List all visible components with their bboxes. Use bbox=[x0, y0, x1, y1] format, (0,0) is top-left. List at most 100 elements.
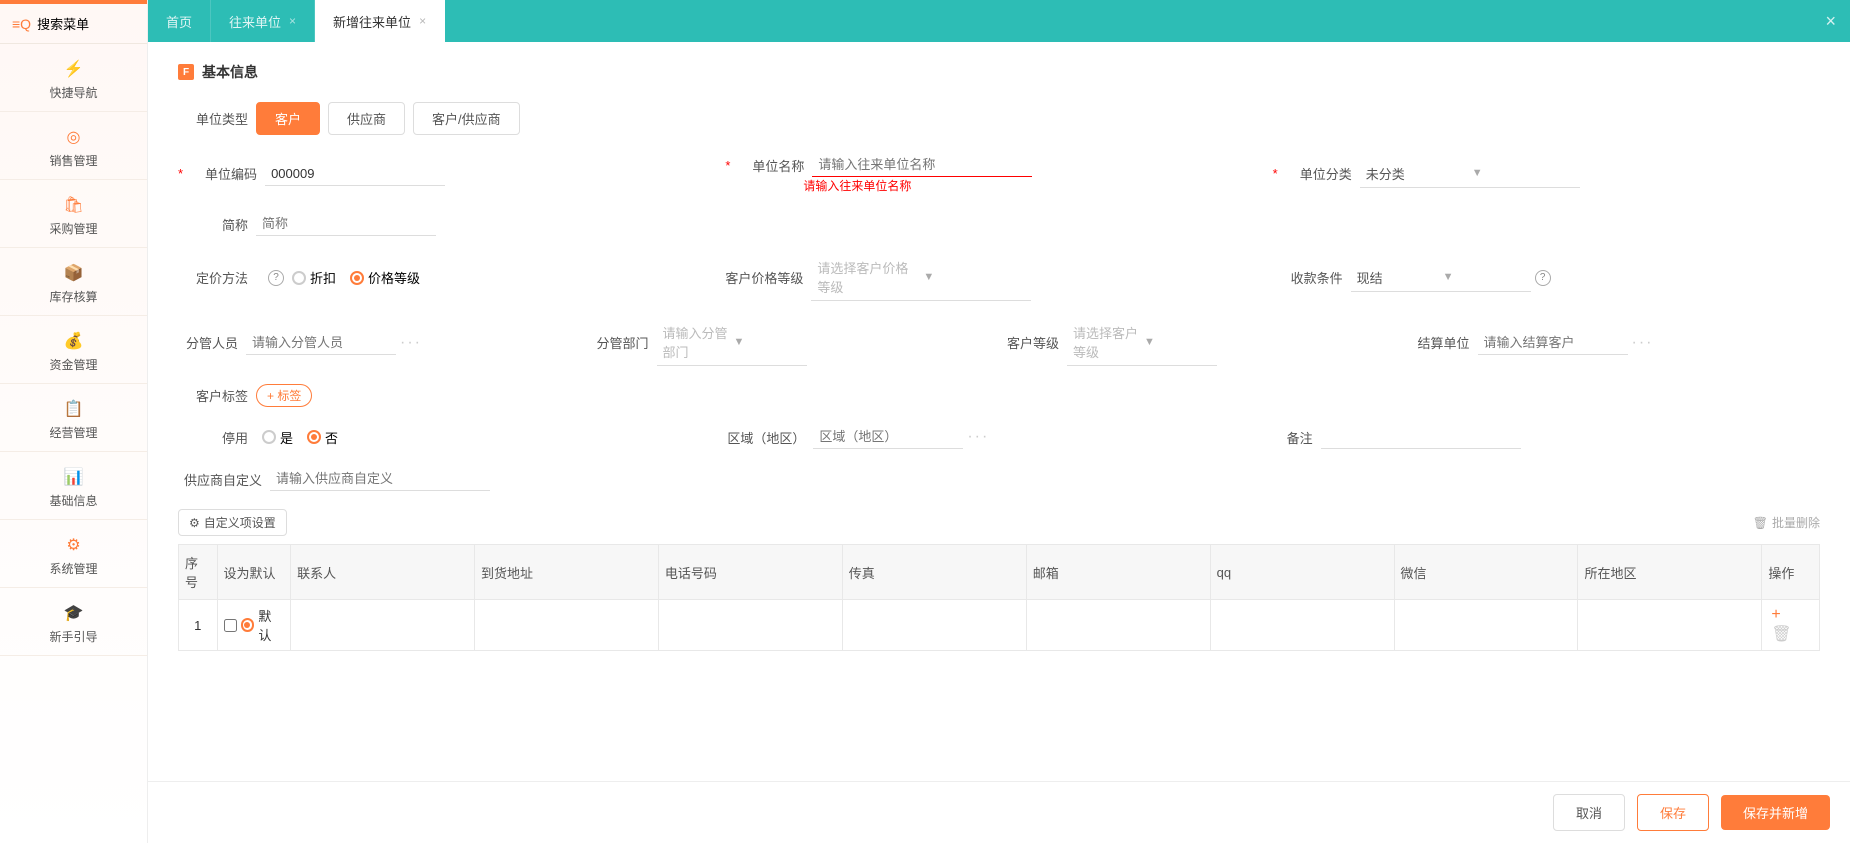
tab-partners[interactable]: 往来单位 × bbox=[211, 0, 315, 42]
sidebar-item-finance[interactable]: 💰 资金管理 bbox=[0, 316, 147, 384]
cell-wechat[interactable] bbox=[1394, 600, 1578, 651]
settlement-unit-field: 结算单位 ··· bbox=[1410, 319, 1821, 366]
customer-level-select[interactable]: 请选择客户等级 ▼ bbox=[1067, 319, 1217, 366]
abbr-input[interactable] bbox=[256, 212, 436, 236]
save-new-button[interactable]: 保存并新增 bbox=[1721, 795, 1830, 830]
address-input[interactable] bbox=[481, 618, 652, 633]
sidebar-item-guide[interactable]: 🎓 新手引导 bbox=[0, 588, 147, 656]
qq-input[interactable] bbox=[1217, 618, 1388, 633]
payment-terms-help-icon[interactable]: ? bbox=[1535, 270, 1551, 286]
stop-radio-group: 是 否 bbox=[262, 428, 338, 447]
type-both-btn[interactable]: 客户/供应商 bbox=[413, 102, 520, 135]
settlement-more-btn[interactable]: ··· bbox=[1632, 334, 1654, 352]
remark-field: 备注 bbox=[1273, 425, 1820, 449]
col-email: 邮箱 bbox=[1026, 545, 1210, 600]
phone-input[interactable] bbox=[665, 618, 836, 633]
dept-select[interactable]: 请输入分管部门 ▼ bbox=[657, 319, 807, 366]
guide-icon: 🎓 bbox=[63, 602, 85, 624]
tab-new-partner-close[interactable]: × bbox=[419, 14, 426, 28]
unit-code-input[interactable] bbox=[265, 162, 445, 186]
sidebar-item-label: 销售管理 bbox=[49, 152, 97, 169]
row-default-radio[interactable]: 默认 bbox=[241, 606, 285, 644]
customize-settings-btn[interactable]: ⚙ 自定义项设置 bbox=[178, 509, 287, 536]
region-more-btn[interactable]: ··· bbox=[967, 428, 989, 446]
sidebar-item-sales[interactable]: ◎ 销售管理 bbox=[0, 112, 147, 180]
chevron-down-icon: ▼ bbox=[923, 271, 1025, 283]
unit-category-select[interactable]: 未分类 ▼ bbox=[1360, 160, 1580, 188]
sidebar-search[interactable]: ≡Q 搜索菜单 bbox=[0, 4, 147, 44]
sidebar-item-purchase[interactable]: 🛍 采购管理 bbox=[0, 180, 147, 248]
tab-home[interactable]: 首页 bbox=[148, 0, 211, 42]
tab-new-partner[interactable]: 新增往来单位 × bbox=[315, 0, 445, 42]
required-star-name: * bbox=[725, 158, 730, 173]
region-input[interactable] bbox=[813, 425, 963, 449]
remark-input[interactable] bbox=[1321, 425, 1521, 449]
unit-name-input[interactable] bbox=[812, 153, 1032, 177]
manager-field: 分管人员 ··· bbox=[178, 319, 589, 366]
type-customer-btn[interactable]: 客户 bbox=[256, 102, 320, 135]
cell-address[interactable] bbox=[474, 600, 658, 651]
col-default: 设为默认 bbox=[217, 545, 291, 600]
form-content: F 基本信息 单位类型 客户 供应商 客户/供应商 * 单位编码 * 单位名称 bbox=[148, 42, 1850, 781]
contact-input[interactable] bbox=[297, 618, 468, 633]
radio-price-level[interactable]: 价格等级 bbox=[350, 268, 420, 287]
customer-price-level-select[interactable]: 请选择客户价格等级 ▼ bbox=[811, 254, 1031, 301]
sidebar-item-basic[interactable]: 📊 基础信息 bbox=[0, 452, 147, 520]
cell-default: 默认 bbox=[217, 600, 291, 651]
add-tag-btn[interactable]: + 标签 bbox=[256, 384, 312, 407]
unit-type-label: 单位类型 bbox=[178, 109, 248, 128]
unit-name-field: * 单位名称 请输入往来单位名称 bbox=[725, 153, 1272, 194]
table-region-input[interactable] bbox=[1584, 618, 1755, 633]
sidebar-item-ops[interactable]: 📋 经营管理 bbox=[0, 384, 147, 452]
row-delete-btn[interactable]: 🗑 bbox=[1768, 624, 1794, 644]
remark-label: 备注 bbox=[1273, 428, 1313, 447]
type-supplier-btn[interactable]: 供应商 bbox=[328, 102, 405, 135]
sidebar-item-inventory[interactable]: 📦 库存核算 bbox=[0, 248, 147, 316]
wechat-input[interactable] bbox=[1401, 618, 1572, 633]
unit-category-value: 未分类 bbox=[1366, 164, 1468, 183]
cell-region[interactable] bbox=[1578, 600, 1762, 651]
sidebar-item-label: 基础信息 bbox=[49, 492, 97, 509]
settlement-unit-input[interactable] bbox=[1478, 331, 1628, 355]
search-icon: ≡Q bbox=[12, 16, 31, 32]
pricing-help-icon[interactable]: ? bbox=[268, 270, 284, 286]
stop-region-remark-row: 停用 是 否 区域（地区） ··· 备注 bbox=[178, 425, 1820, 449]
cell-contact[interactable] bbox=[291, 600, 475, 651]
email-input[interactable] bbox=[1033, 618, 1204, 633]
manager-more-btn[interactable]: ··· bbox=[400, 334, 422, 352]
payment-terms-select[interactable]: 现结 ▼ bbox=[1351, 264, 1531, 292]
unit-type-row: 单位类型 客户 供应商 客户/供应商 bbox=[178, 102, 1820, 135]
customer-level-label: 客户等级 bbox=[999, 333, 1059, 352]
supplier-custom-row: 供应商自定义 bbox=[178, 467, 1820, 491]
radio-discount[interactable]: 折扣 bbox=[292, 268, 336, 287]
cell-phone[interactable] bbox=[658, 600, 842, 651]
fax-input[interactable] bbox=[849, 618, 1020, 633]
search-label: 搜索菜单 bbox=[37, 14, 89, 33]
save-button[interactable]: 保存 bbox=[1637, 794, 1709, 831]
row-add-btn[interactable]: + bbox=[1768, 606, 1783, 624]
dept-label: 分管部门 bbox=[589, 333, 649, 352]
supplier-custom-input[interactable] bbox=[270, 467, 490, 491]
cell-fax[interactable] bbox=[842, 600, 1026, 651]
sidebar-item-label: 系统管理 bbox=[49, 560, 97, 577]
contact-table: 序号 设为默认 联系人 到货地址 电话号码 传真 邮箱 qq 微信 所在地区 操… bbox=[178, 544, 1820, 651]
manager-input[interactable] bbox=[246, 331, 396, 355]
tags-label: 客户标签 bbox=[178, 386, 248, 405]
sidebar-item-system[interactable]: ⚙ 系统管理 bbox=[0, 520, 147, 588]
close-all-tabs[interactable]: × bbox=[1811, 0, 1850, 42]
customize-settings-label: 自定义项设置 bbox=[204, 514, 276, 531]
row-checkbox[interactable] bbox=[224, 619, 237, 632]
tab-partners-close[interactable]: × bbox=[289, 14, 296, 28]
radio-stop-no[interactable]: 否 bbox=[307, 428, 338, 447]
radio-stop-yes[interactable]: 是 bbox=[262, 428, 293, 447]
cell-qq[interactable] bbox=[1210, 600, 1394, 651]
sidebar-item-quick-nav[interactable]: ⚡ 快捷导航 bbox=[0, 44, 147, 112]
table-actions: ⚙ 自定义项设置 🗑 批量删除 bbox=[178, 509, 1820, 536]
customer-price-level-field: 客户价格等级 请选择客户价格等级 ▼ bbox=[725, 254, 1272, 301]
radio-discount-label: 折扣 bbox=[310, 268, 336, 287]
finance-icon: 💰 bbox=[63, 330, 85, 352]
cancel-button[interactable]: 取消 bbox=[1553, 794, 1625, 831]
cell-email[interactable] bbox=[1026, 600, 1210, 651]
batch-delete-btn[interactable]: 🗑 批量删除 bbox=[1753, 514, 1820, 531]
payment-terms-value: 现结 bbox=[1357, 268, 1439, 287]
